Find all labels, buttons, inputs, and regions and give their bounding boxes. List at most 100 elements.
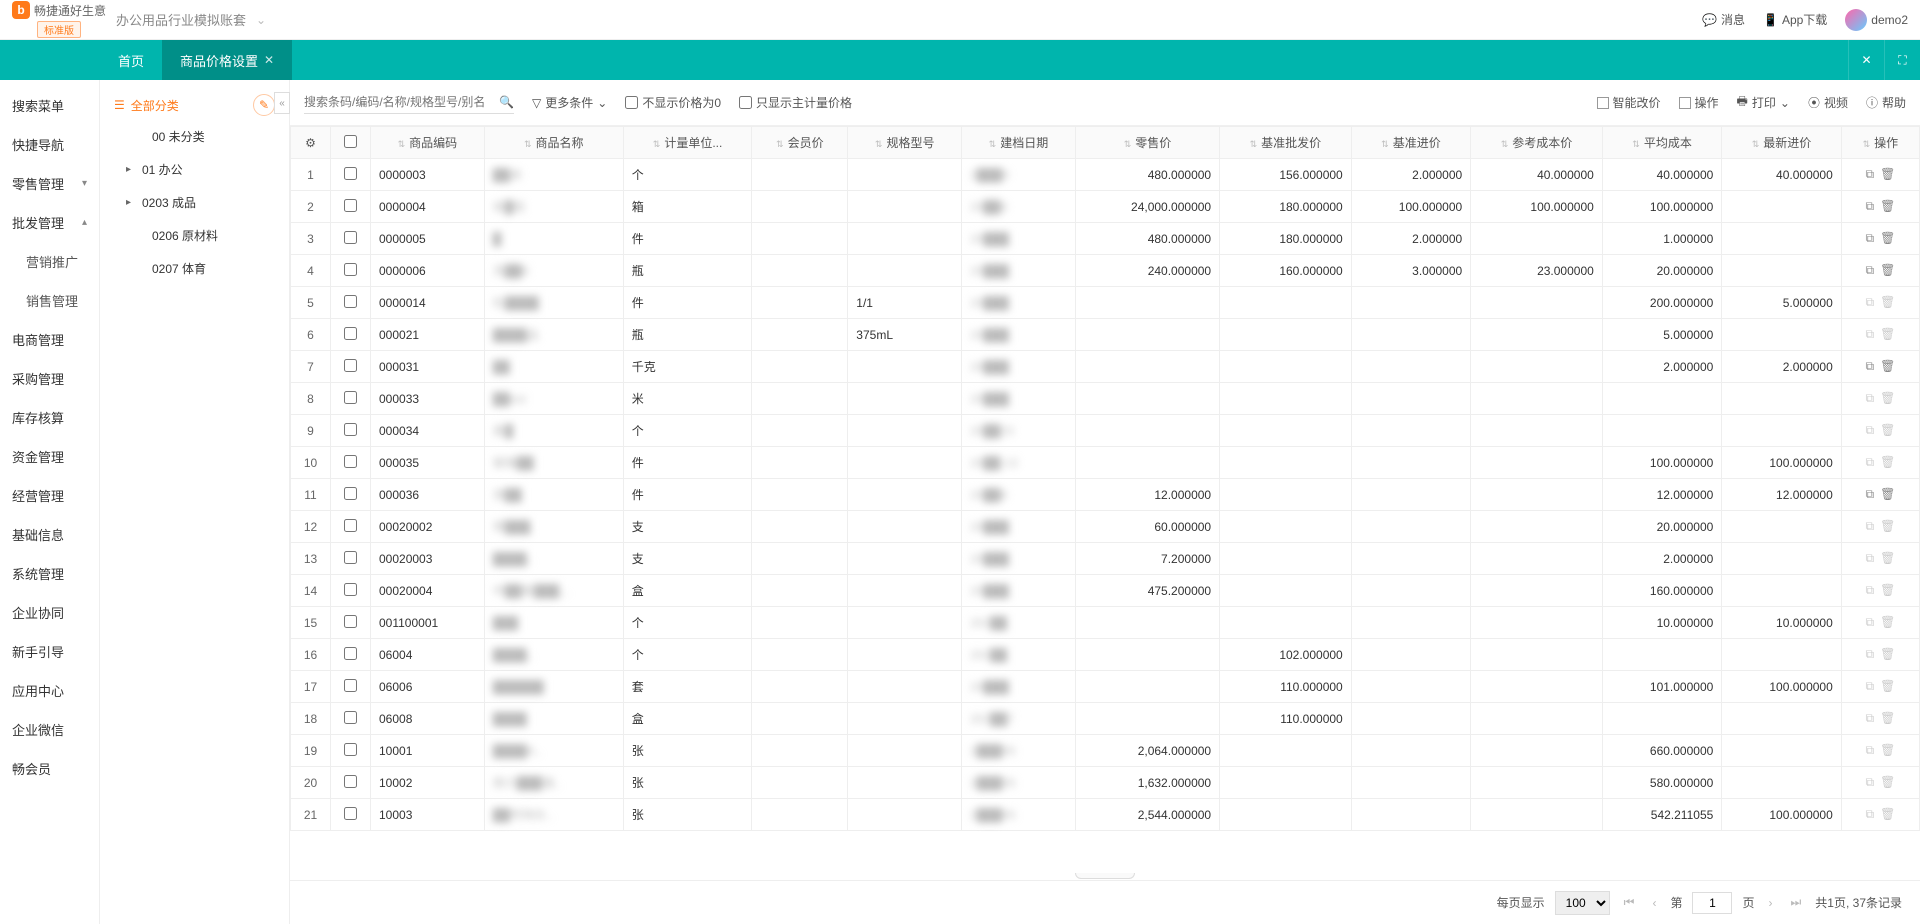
copy-icon[interactable]: ⧉: [1865, 743, 1874, 758]
sidebar-item[interactable]: 经营管理: [0, 476, 99, 515]
ops-button[interactable]: 操作: [1679, 94, 1719, 111]
smart-price-button[interactable]: 智能改价: [1597, 94, 1661, 111]
table-row[interactable]: 7000031██千克20███2.0000002.000000⧉🗑: [291, 351, 1920, 383]
help-button[interactable]: ⓘ帮助: [1866, 94, 1906, 111]
main-unit-only-checkbox[interactable]: 只显示主计量价格: [739, 94, 852, 111]
delete-icon[interactable]: 🗑: [1880, 167, 1895, 182]
sidebar-item[interactable]: 系统管理: [0, 554, 99, 593]
row-checkbox[interactable]: [344, 231, 357, 244]
sidebar-item[interactable]: 电商管理: [0, 320, 99, 359]
delete-icon[interactable]: 🗑: [1880, 519, 1895, 534]
row-checkbox[interactable]: [344, 775, 357, 788]
sidebar-item[interactable]: 资金管理: [0, 437, 99, 476]
row-checkbox[interactable]: [344, 679, 357, 692]
col-header[interactable]: ⇅最新进价: [1722, 127, 1841, 159]
row-checkbox[interactable]: [344, 743, 357, 756]
delete-icon[interactable]: 🗑: [1880, 615, 1895, 630]
row-checkbox[interactable]: [344, 711, 357, 724]
sidebar-item[interactable]: 应用中心: [0, 671, 99, 710]
copy-icon[interactable]: ⧉: [1865, 231, 1874, 246]
col-header[interactable]: ⇅操作: [1841, 127, 1919, 159]
app-download-button[interactable]: 📱App下载: [1763, 11, 1827, 28]
table-row[interactable]: 1300020003████..支20███7.2000002.000000⧉🗑: [291, 543, 1920, 575]
table-row[interactable]: 9000034奥█个20██23⧉🗑: [291, 415, 1920, 447]
tree-root[interactable]: ☰ 全部分类 ✎: [108, 90, 281, 120]
delete-icon[interactable]: 🗑: [1880, 551, 1895, 566]
delete-icon[interactable]: 🗑: [1880, 583, 1895, 598]
row-checkbox[interactable]: [344, 359, 357, 372]
delete-icon[interactable]: 🗑: [1880, 327, 1895, 342]
search-icon[interactable]: 🔍: [499, 95, 514, 109]
search-input[interactable]: [304, 95, 499, 109]
row-checkbox[interactable]: [344, 391, 357, 404]
row-checkbox[interactable]: [344, 615, 357, 628]
col-header[interactable]: ⇅零售价: [1075, 127, 1219, 159]
table-row[interactable]: 10000035玻璃██件20██-13100.000000100.000000…: [291, 447, 1920, 479]
table-row[interactable]: 1910001████A..张2███052,064.000000660.000…: [291, 735, 1920, 767]
tree-item[interactable]: 0206 原材料: [108, 219, 281, 252]
table-row[interactable]: 1400020004中██客███...盒20███475.200000160.…: [291, 575, 1920, 607]
col-header[interactable]: ⇅基准批发价: [1220, 127, 1352, 159]
sidebar-item[interactable]: 企业协同: [0, 593, 99, 632]
copy-icon[interactable]: ⧉: [1865, 583, 1874, 598]
copy-icon[interactable]: ⧉: [1865, 263, 1874, 278]
sidebar-item[interactable]: 库存核算: [0, 398, 99, 437]
table-row[interactable]: 40000006洗██K瓶20███240.000000160.0000003.…: [291, 255, 1920, 287]
delete-icon[interactable]: 🗑: [1880, 199, 1895, 214]
col-header[interactable]: ⇅会员价: [752, 127, 848, 159]
copy-icon[interactable]: ⧉: [1865, 487, 1874, 502]
row-checkbox[interactable]: [344, 455, 357, 468]
copy-icon[interactable]: ⧉: [1865, 615, 1874, 630]
tab-home[interactable]: 首页: [100, 40, 162, 80]
table-wrap[interactable]: ⚙⇅商品编码⇅商品名称⇅计量单位...⇅会员价⇅规格型号⇅建档日期⇅零售价⇅基准…: [290, 126, 1920, 872]
table-row[interactable]: 15001100001███个202██10.00000010.000000⧉🗑: [291, 607, 1920, 639]
tree-item[interactable]: ▸01 办公: [108, 153, 281, 186]
row-checkbox[interactable]: [344, 807, 357, 820]
copy-icon[interactable]: ⧉: [1865, 775, 1874, 790]
account-name[interactable]: 办公用品行业模拟账套: [116, 10, 246, 29]
row-checkbox[interactable]: [344, 263, 357, 276]
copy-icon[interactable]: ⧉: [1865, 455, 1874, 470]
table-row[interactable]: 50000014杜████件1/120███200.0000005.000000…: [291, 287, 1920, 319]
print-button[interactable]: 🖶打印⌄: [1737, 92, 1790, 113]
delete-icon[interactable]: 🗑: [1880, 359, 1895, 374]
sidebar-item[interactable]: 采购管理: [0, 359, 99, 398]
user-menu[interactable]: demo2: [1845, 9, 1908, 31]
collapse-tree-icon[interactable]: «: [274, 92, 290, 114]
col-header[interactable]: ⇅参考成本价: [1471, 127, 1603, 159]
page-size-select[interactable]: 100: [1555, 891, 1610, 915]
sidebar-item[interactable]: 基础信息: [0, 515, 99, 554]
table-row[interactable]: 30000005█件20███480.000000180.0000002.000…: [291, 223, 1920, 255]
sidebar-item[interactable]: 新手引导: [0, 632, 99, 671]
row-checkbox[interactable]: [344, 519, 357, 532]
first-page-icon[interactable]: ⏮: [1620, 895, 1639, 910]
col-header[interactable]: ⇅规格型号: [848, 127, 962, 159]
row-checkbox[interactable]: [344, 583, 357, 596]
delete-icon[interactable]: 🗑: [1880, 391, 1895, 406]
chevron-down-icon[interactable]: ⌄: [256, 13, 266, 27]
col-header[interactable]: ⇅商品名称: [484, 127, 623, 159]
close-icon[interactable]: ✕: [264, 53, 274, 67]
drag-handle[interactable]: [290, 872, 1920, 880]
copy-icon[interactable]: ⧉: [1865, 647, 1874, 662]
last-page-icon[interactable]: ⏭: [1786, 895, 1805, 910]
table-row[interactable]: 2010002扬力███谐..张2███051,632.000000580.00…: [291, 767, 1920, 799]
copy-icon[interactable]: ⧉: [1865, 519, 1874, 534]
copy-icon[interactable]: ⧉: [1865, 711, 1874, 726]
edit-category-icon[interactable]: ✎: [253, 94, 275, 116]
table-row[interactable]: 2110003██所持办..张2███052,544.000000542.211…: [291, 799, 1920, 831]
close-all-tabs[interactable]: ✕: [1848, 40, 1884, 80]
copy-icon[interactable]: ⧉: [1865, 679, 1874, 694]
row-checkbox[interactable]: [344, 199, 357, 212]
table-row[interactable]: 8000033██est米20███⧉🗑: [291, 383, 1920, 415]
delete-icon[interactable]: 🗑: [1880, 807, 1895, 822]
col-checkbox-all[interactable]: [331, 127, 371, 159]
copy-icon[interactable]: ⧉: [1865, 807, 1874, 822]
sidebar-item[interactable]: 批发管理▴: [0, 203, 99, 242]
copy-icon[interactable]: ⧉: [1865, 167, 1874, 182]
video-button[interactable]: ⦿视频: [1808, 94, 1848, 111]
table-row[interactable]: 6000021████品瓶375mL20███5.000000⧉🗑: [291, 319, 1920, 351]
copy-icon[interactable]: ⧉: [1865, 391, 1874, 406]
table-row[interactable]: 20000004收█纸箱20██824,000.000000180.000000…: [291, 191, 1920, 223]
row-checkbox[interactable]: [344, 167, 357, 180]
